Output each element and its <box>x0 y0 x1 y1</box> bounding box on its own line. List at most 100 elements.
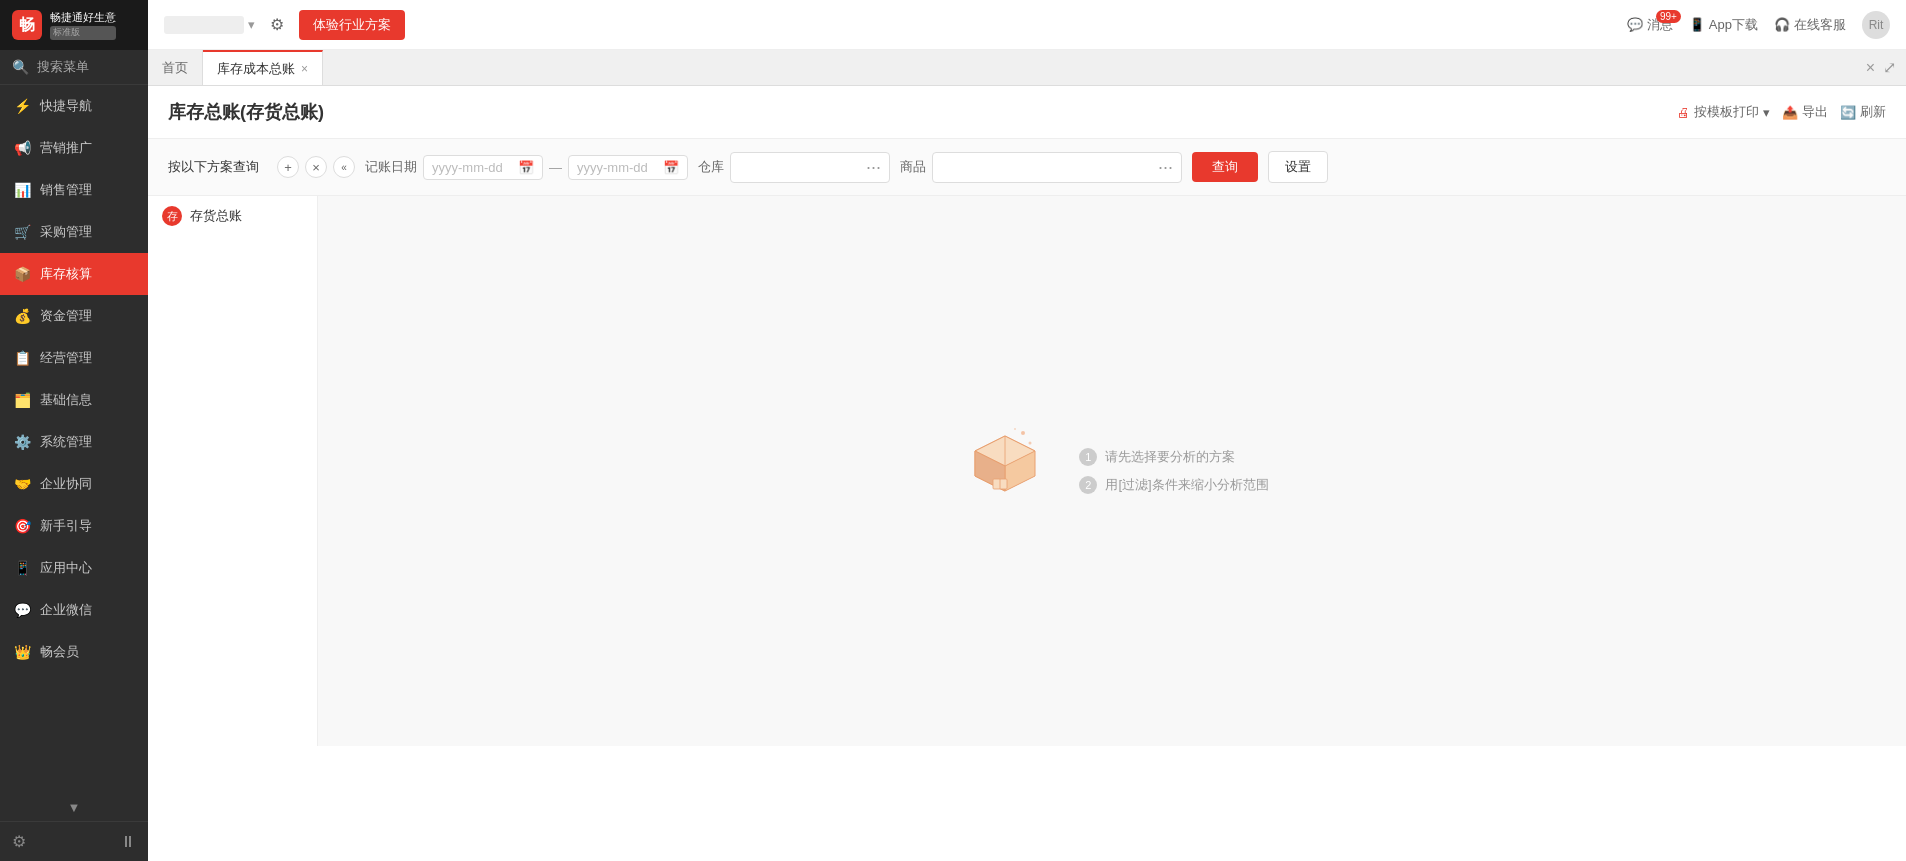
sidebar: 畅 畅捷通好生意 标准版 🔍 搜索菜单 ⚡ 快捷导航 📢 营销推广 📊 销售管理… <box>0 0 148 861</box>
calendar-start-icon: 📅 <box>518 160 534 175</box>
svg-point-4 <box>1021 431 1025 435</box>
date-field-group: 记账日期 yyyy-mm-dd 📅 — yyyy-mm-dd 📅 <box>365 155 688 180</box>
scheme-item-icon: 存 <box>162 206 182 226</box>
search-button[interactable]: 查询 <box>1192 152 1258 182</box>
topbar-settings-btn[interactable]: ⚙ <box>263 11 291 39</box>
content-area: 存 存货总账 <box>148 196 1906 746</box>
add-scheme-btn[interactable]: + <box>277 156 299 178</box>
calendar-end-icon: 📅 <box>663 160 679 175</box>
footer-settings-icon[interactable]: ⚙ <box>12 832 26 851</box>
date-end-input[interactable]: yyyy-mm-dd 📅 <box>568 155 688 180</box>
inventory-icon: 📦 <box>12 264 32 284</box>
headset-icon: 🎧 <box>1774 17 1790 32</box>
search-section-label: 按以下方案查询 <box>168 158 259 176</box>
refresh-icon: 🔄 <box>1840 105 1856 120</box>
sidebar-item-marketing[interactable]: 📢 营销推广 <box>0 127 148 169</box>
tab-bar: 首页 库存成本总账 × × ⤢ <box>148 50 1906 86</box>
product-field-group: 商品 ··· <box>900 152 1182 183</box>
sidebar-item-quick-nav[interactable]: ⚡ 快捷导航 <box>0 85 148 127</box>
logo-icon: 畅 <box>12 10 42 40</box>
scheme-item-inventory[interactable]: 存 存货总账 <box>148 196 317 236</box>
sidebar-item-app-center[interactable]: 📱 应用中心 <box>0 547 148 589</box>
warehouse-field-group: 仓库 ··· <box>698 152 890 183</box>
enterprise-icon: 🤝 <box>12 474 32 494</box>
print-icon: 🖨 <box>1677 105 1690 120</box>
page-actions: 🖨 按模板打印 ▾ 📤 导出 🔄 刷新 <box>1677 103 1886 121</box>
date-label: 记账日期 <box>365 158 417 176</box>
search-menu[interactable]: 🔍 搜索菜单 <box>0 50 148 85</box>
user-avatar[interactable]: Rit <box>1862 11 1890 39</box>
empty-state: 1 请先选择要分析的方案 2 用[过滤]条件来缩小分析范围 <box>318 196 1906 746</box>
search-icon: 🔍 <box>12 59 29 75</box>
top-bar: ▾ ⚙ 体验行业方案 💬 消息 99+ 📱 App下载 🎧 在线客服 Rit <box>148 0 1906 50</box>
date-separator: — <box>549 160 562 175</box>
online-service-btn[interactable]: 🎧 在线客服 <box>1774 16 1846 34</box>
messages-btn[interactable]: 💬 消息 99+ <box>1627 16 1673 34</box>
close-panel-icon[interactable]: × <box>1866 59 1875 77</box>
empty-step-1: 1 请先选择要分析的方案 <box>1079 448 1268 466</box>
product-more-icon: ··· <box>1158 157 1173 178</box>
sidebar-item-operations[interactable]: 📋 经营管理 <box>0 337 148 379</box>
empty-icon <box>955 421 1055 521</box>
empty-state-inner: 1 请先选择要分析的方案 2 用[过滤]条件来缩小分析范围 <box>955 421 1268 521</box>
app-download-btn[interactable]: 📱 App下载 <box>1689 16 1758 34</box>
collapse-scheme-btn[interactable]: « <box>333 156 355 178</box>
operations-icon: 📋 <box>12 348 32 368</box>
export-btn[interactable]: 📤 导出 <box>1782 103 1828 121</box>
sidebar-item-purchase[interactable]: 🛒 采购管理 <box>0 211 148 253</box>
sales-icon: 📊 <box>12 180 32 200</box>
app-logo: 畅 畅捷通好生意 标准版 <box>0 0 148 50</box>
product-input[interactable]: ··· <box>932 152 1182 183</box>
print-chevron-icon: ▾ <box>1763 105 1770 120</box>
scheme-sidebar: 存 存货总账 <box>148 196 318 746</box>
footer-collapse-icon[interactable]: ⏸ <box>120 833 136 851</box>
warehouse-input[interactable]: ··· <box>730 152 890 183</box>
product-label: 商品 <box>900 158 926 176</box>
scroll-down-btn[interactable]: ▼ <box>0 794 148 821</box>
finance-icon: 💰 <box>12 306 32 326</box>
tab-inventory-ledger[interactable]: 库存成本总账 × <box>203 50 323 85</box>
purchase-icon: 🛒 <box>12 222 32 242</box>
tab-right-actions: × ⤢ <box>1866 58 1906 77</box>
industry-btn[interactable]: 体验行业方案 <box>299 10 405 40</box>
export-icon: 📤 <box>1782 105 1798 120</box>
svg-point-6 <box>1014 428 1016 430</box>
sidebar-item-guide[interactable]: 🎯 新手引导 <box>0 505 148 547</box>
empty-text: 1 请先选择要分析的方案 2 用[过滤]条件来缩小分析范围 <box>1079 448 1268 494</box>
breadcrumb-text <box>164 16 244 34</box>
tab-close-icon[interactable]: × <box>301 62 308 76</box>
page-container: 库存总账(存货总账) 🖨 按模板打印 ▾ 📤 导出 🔄 刷新 按以下方案查 <box>148 86 1906 861</box>
refresh-btn[interactable]: 🔄 刷新 <box>1840 103 1886 121</box>
tab-home[interactable]: 首页 <box>148 50 203 85</box>
settings-button[interactable]: 设置 <box>1268 151 1328 183</box>
print-btn[interactable]: 🖨 按模板打印 ▾ <box>1677 103 1770 121</box>
search-fields: 记账日期 yyyy-mm-dd 📅 — yyyy-mm-dd 📅 仓库 <box>365 152 1182 183</box>
guide-icon: 🎯 <box>12 516 32 536</box>
sidebar-item-enterprise[interactable]: 🤝 企业协同 <box>0 463 148 505</box>
chevron-down-icon: ▾ <box>248 17 255 32</box>
sidebar-item-system[interactable]: ⚙️ 系统管理 <box>0 421 148 463</box>
sidebar-item-wechat[interactable]: 💬 企业微信 <box>0 589 148 631</box>
system-icon: ⚙️ <box>12 432 32 452</box>
basic-icon: 🗂️ <box>12 390 32 410</box>
resize-icon[interactable]: ⤢ <box>1883 58 1896 77</box>
main-content: ▾ ⚙ 体验行业方案 💬 消息 99+ 📱 App下载 🎧 在线客服 Rit <box>148 0 1906 861</box>
sidebar-item-member[interactable]: 👑 畅会员 <box>0 631 148 673</box>
sidebar-nav: ⚡ 快捷导航 📢 营销推广 📊 销售管理 🛒 采购管理 📦 库存核算 💰 资金管… <box>0 85 148 794</box>
sidebar-item-basic[interactable]: 🗂️ 基础信息 <box>0 379 148 421</box>
quick-nav-icon: ⚡ <box>12 96 32 116</box>
sidebar-item-finance[interactable]: 💰 资金管理 <box>0 295 148 337</box>
search-actions: + × « <box>277 156 355 178</box>
page-title: 库存总账(存货总账) <box>168 100 324 124</box>
sidebar-item-sales[interactable]: 📊 销售管理 <box>0 169 148 211</box>
svg-point-5 <box>1029 442 1032 445</box>
date-start-input[interactable]: yyyy-mm-dd 📅 <box>423 155 543 180</box>
warehouse-label: 仓库 <box>698 158 724 176</box>
wechat-icon: 💬 <box>12 600 32 620</box>
app-center-icon: 📱 <box>12 558 32 578</box>
warehouse-more-icon: ··· <box>866 157 881 178</box>
sidebar-item-inventory[interactable]: 📦 库存核算 <box>0 253 148 295</box>
remove-scheme-btn[interactable]: × <box>305 156 327 178</box>
breadcrumb-selector[interactable]: ▾ <box>164 16 255 34</box>
search-bar: 按以下方案查询 + × « 记账日期 yyyy-mm-dd 📅 — yyyy-m… <box>148 139 1906 196</box>
